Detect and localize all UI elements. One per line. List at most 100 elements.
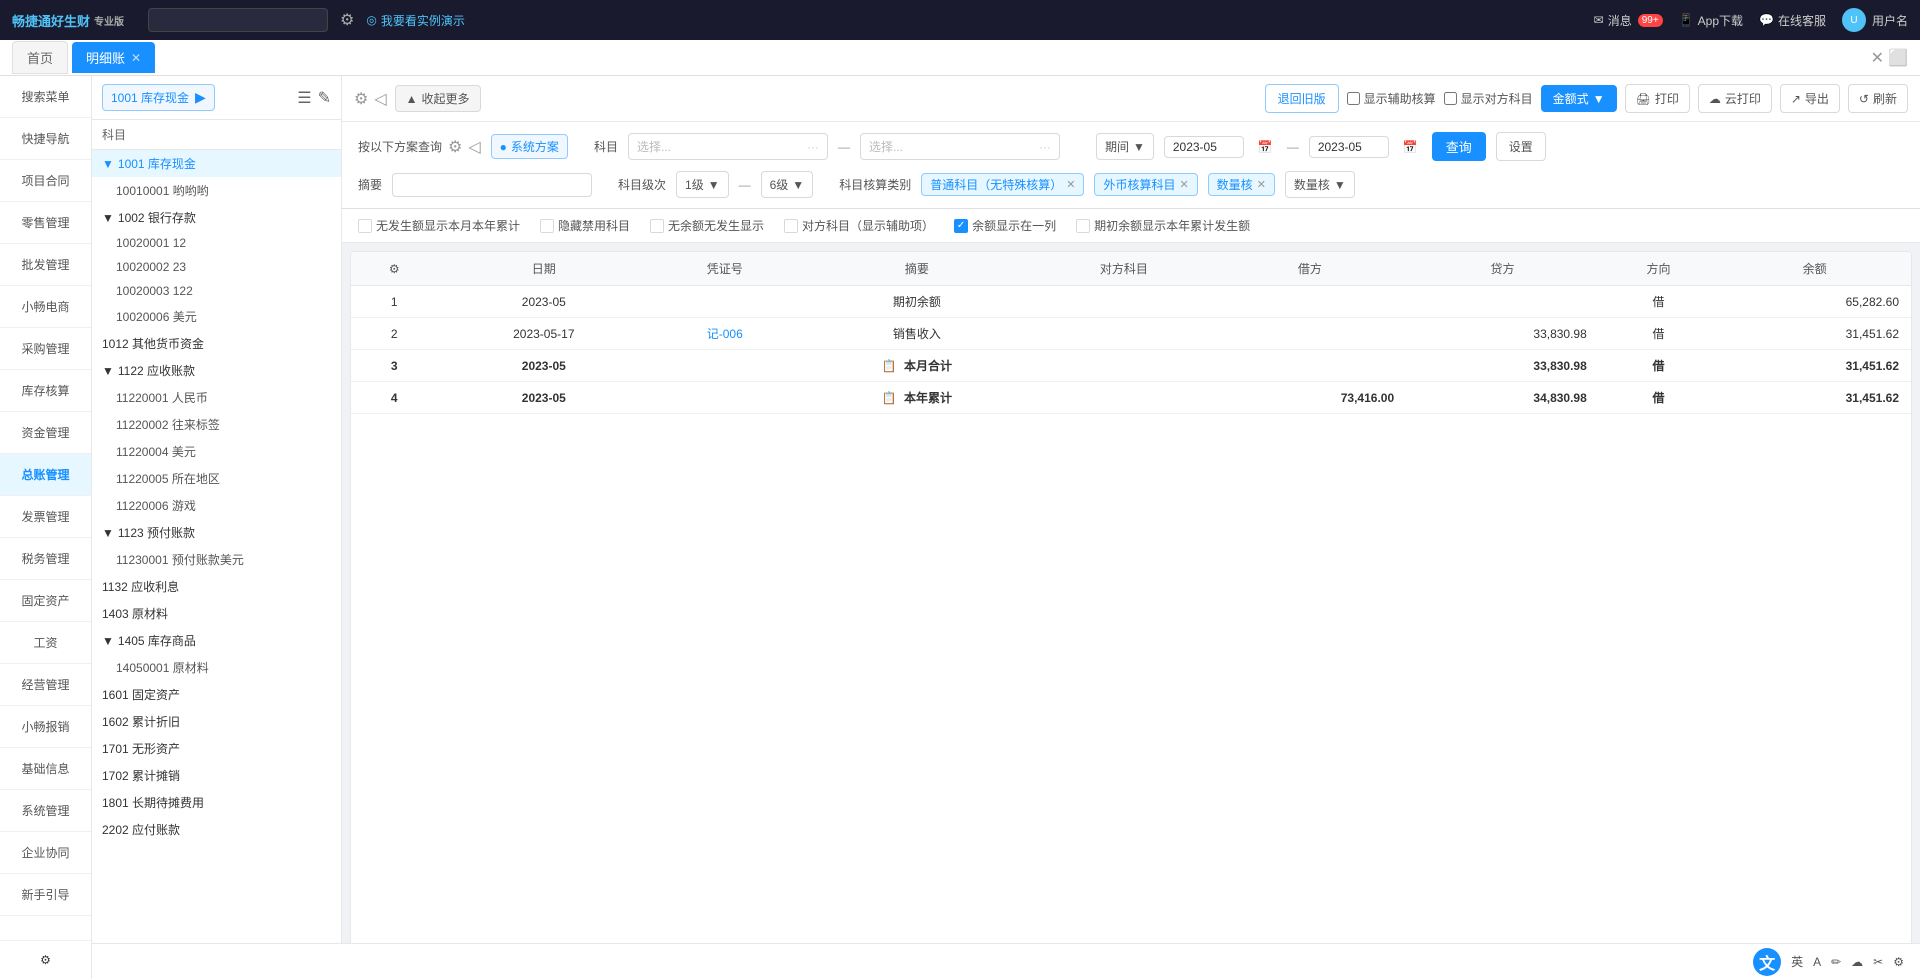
tree-item-11220006[interactable]: 11220006 游戏 bbox=[92, 492, 341, 519]
sidebar-item-operations[interactable]: 经营管理 bbox=[0, 664, 91, 706]
message-btn[interactable]: ✉ 消息 99+ bbox=[1594, 12, 1663, 29]
tree-item-2202[interactable]: 2202 应付账款 bbox=[92, 816, 341, 843]
cb-hide-disabled-box[interactable] bbox=[540, 219, 554, 233]
sidebar-item-project[interactable]: 项目合同 bbox=[0, 160, 91, 202]
tree-item-10010001[interactable]: 10010001 哟哟哟 bbox=[92, 177, 341, 204]
cb-balance-single[interactable]: ✓ 余额显示在一列 bbox=[954, 217, 1056, 234]
panel-expand-icon[interactable]: ☰ bbox=[297, 88, 311, 108]
summary-input[interactable] bbox=[392, 173, 592, 197]
period-from-input[interactable] bbox=[1164, 136, 1244, 158]
level-to-select[interactable]: 6级 ▼ bbox=[761, 171, 814, 198]
tree-item-1001[interactable]: ▼ 1001 库存现金 bbox=[92, 150, 341, 177]
app-download-btn[interactable]: 📱 App下载 bbox=[1679, 12, 1743, 29]
sidebar-item-guide[interactable]: 新手引导 bbox=[0, 874, 91, 916]
cell-voucher-2[interactable]: 记-006 bbox=[650, 318, 799, 350]
tree-item-1002[interactable]: ▼ 1002 银行存款 bbox=[92, 204, 341, 231]
tree-item-1403[interactable]: 1403 原材料 bbox=[92, 600, 341, 627]
period-calendar-icon-from[interactable]: 📅 bbox=[1258, 140, 1273, 154]
bottom-cloud-icon[interactable]: ☁ bbox=[1851, 955, 1863, 969]
tree-item-11220005[interactable]: 11220005 所在地区 bbox=[92, 465, 341, 492]
show-helper-checkbox[interactable] bbox=[1347, 92, 1360, 105]
scheme-collapse-icon[interactable]: ◁ bbox=[468, 137, 480, 157]
sidebar-settings[interactable]: ⚙ bbox=[0, 940, 91, 979]
window-close-icon[interactable]: ✕ bbox=[1871, 48, 1884, 68]
col-settings[interactable]: ⚙ bbox=[351, 252, 438, 286]
cb-opposite-box[interactable] bbox=[784, 219, 798, 233]
sidebar-item-ledger[interactable]: 总账管理 bbox=[0, 454, 91, 496]
subject-type-tag-3[interactable]: 数量核 ✕ bbox=[1208, 173, 1275, 196]
tree-item-10020003[interactable]: 10020003 122 bbox=[92, 279, 341, 303]
tree-item-11220002[interactable]: 11220002 往来标签 bbox=[92, 411, 341, 438]
bottom-screenshot-icon[interactable]: ✂ bbox=[1873, 955, 1883, 969]
cb-no-balance-box[interactable] bbox=[358, 219, 372, 233]
bottom-lang-btn[interactable]: 英 bbox=[1791, 953, 1803, 970]
collapse-more-btn[interactable]: ▲ 收起更多 bbox=[395, 85, 481, 112]
tree-item-1702[interactable]: 1702 累计摊销 bbox=[92, 762, 341, 789]
show-opposite-checkbox[interactable] bbox=[1444, 92, 1457, 105]
sidebar-item-salary[interactable]: 工资 bbox=[0, 622, 91, 664]
cb-no-balance[interactable]: 无发生额显示本月本年累计 bbox=[358, 217, 520, 234]
sidebar-item-wholesale[interactable]: 批发管理 bbox=[0, 244, 91, 286]
bottom-settings-icon[interactable]: ⚙ bbox=[1893, 955, 1904, 969]
tree-item-11220004[interactable]: 11220004 美元 bbox=[92, 438, 341, 465]
scheme-badge[interactable]: ● 系统方案 bbox=[491, 134, 568, 159]
tree-item-1601[interactable]: 1601 固定资产 bbox=[92, 681, 341, 708]
show-opposite-cb[interactable]: 显示对方科目 bbox=[1444, 90, 1533, 107]
panel-edit-icon[interactable]: ✎ bbox=[318, 88, 331, 108]
window-expand-icon[interactable]: ⬜ bbox=[1888, 48, 1908, 68]
period-to-input[interactable] bbox=[1309, 136, 1389, 158]
tree-item-1801[interactable]: 1801 长期待摊费用 bbox=[92, 789, 341, 816]
tree-item-1405[interactable]: ▼ 1405 库存商品 bbox=[92, 627, 341, 654]
account-selected[interactable]: 1001 库存现金 ▶ bbox=[102, 84, 215, 111]
return-old-btn[interactable]: 退回旧版 bbox=[1265, 84, 1339, 113]
scheme-settings-icon[interactable]: ⚙ bbox=[448, 137, 462, 157]
sidebar-item-purchase[interactable]: 采购管理 bbox=[0, 328, 91, 370]
user-area[interactable]: U 用户名 bbox=[1842, 8, 1908, 32]
cb-no-balance-show-box[interactable] bbox=[650, 219, 664, 233]
print-btn[interactable]: 🖨 打印 bbox=[1625, 84, 1690, 113]
sidebar-item-ecommerce[interactable]: 小畅电商 bbox=[0, 286, 91, 328]
tab-close-icon[interactable]: ✕ bbox=[131, 51, 141, 65]
sidebar-item-cooperation[interactable]: 企业协同 bbox=[0, 832, 91, 874]
tab-detail[interactable]: 明细账 ✕ bbox=[72, 42, 155, 73]
tag-3-close-icon[interactable]: ✕ bbox=[1257, 178, 1266, 191]
cb-opposite[interactable]: 对方科目（显示辅助项） bbox=[784, 217, 934, 234]
tree-item-11220001[interactable]: 11220001 人民币 bbox=[92, 384, 341, 411]
cb-no-balance-show[interactable]: 无余额无发生显示 bbox=[650, 217, 764, 234]
tree-item-11230001[interactable]: 11230001 预付账款美元 bbox=[92, 546, 341, 573]
query-btn[interactable]: 查询 bbox=[1432, 132, 1486, 161]
period-calendar-icon-to[interactable]: 📅 bbox=[1403, 140, 1418, 154]
bottom-tool-btn[interactable]: A bbox=[1813, 955, 1821, 969]
subject-type-tag-1[interactable]: 普通科目（无特殊核算） ✕ bbox=[921, 173, 1084, 196]
sidebar-item-capital[interactable]: 资金管理 bbox=[0, 412, 91, 454]
tag-2-close-icon[interactable]: ✕ bbox=[1179, 178, 1188, 191]
sidebar-item-search[interactable]: 搜索菜单 bbox=[0, 76, 91, 118]
sidebar-item-report[interactable]: 小畅报销 bbox=[0, 706, 91, 748]
cb-period-cumulative-box[interactable] bbox=[1076, 219, 1090, 233]
sidebar-item-shortcut[interactable]: 快捷导航 bbox=[0, 118, 91, 160]
sidebar-item-invoice[interactable]: 发票管理 bbox=[0, 496, 91, 538]
subject-input-to[interactable]: 选择... ··· bbox=[860, 133, 1060, 160]
tree-item-1602[interactable]: 1602 累计折旧 bbox=[92, 708, 341, 735]
cb-hide-disabled[interactable]: 隐藏禁用科目 bbox=[540, 217, 630, 234]
cloud-print-btn[interactable]: ☁ 云打印 bbox=[1698, 84, 1772, 113]
tree-item-10020001[interactable]: 10020001 12 bbox=[92, 231, 341, 255]
filter-settings-icon[interactable]: ⚙ bbox=[354, 89, 368, 109]
sidebar-item-retail[interactable]: 零售管理 bbox=[0, 202, 91, 244]
filter-collapse-icon[interactable]: ◁ bbox=[374, 89, 386, 109]
level-from-select[interactable]: 1级 ▼ bbox=[676, 171, 729, 198]
tree-item-1012[interactable]: 1012 其他货币资金 bbox=[92, 330, 341, 357]
export-btn[interactable]: ↗ 导出 bbox=[1780, 84, 1840, 113]
top-search-input[interactable] bbox=[148, 8, 328, 32]
show-helper-cb[interactable]: 显示辅助核算 bbox=[1347, 90, 1436, 107]
tree-item-10020002[interactable]: 10020002 23 bbox=[92, 255, 341, 279]
tab-home[interactable]: 首页 bbox=[12, 41, 68, 74]
demo-link[interactable]: ◎ 我要看实例演示 bbox=[366, 12, 465, 29]
sidebar-item-basic[interactable]: 基础信息 bbox=[0, 748, 91, 790]
cb-balance-single-box[interactable]: ✓ bbox=[954, 219, 968, 233]
period-type-select[interactable]: 期间 ▼ bbox=[1096, 133, 1154, 160]
tree-item-1122[interactable]: ▼ 1122 应收账款 bbox=[92, 357, 341, 384]
tree-item-1123[interactable]: ▼ 1123 预付账款 bbox=[92, 519, 341, 546]
voucher-link-2[interactable]: 记-006 bbox=[707, 327, 743, 341]
gear-icon[interactable]: ⚙ bbox=[340, 10, 354, 30]
